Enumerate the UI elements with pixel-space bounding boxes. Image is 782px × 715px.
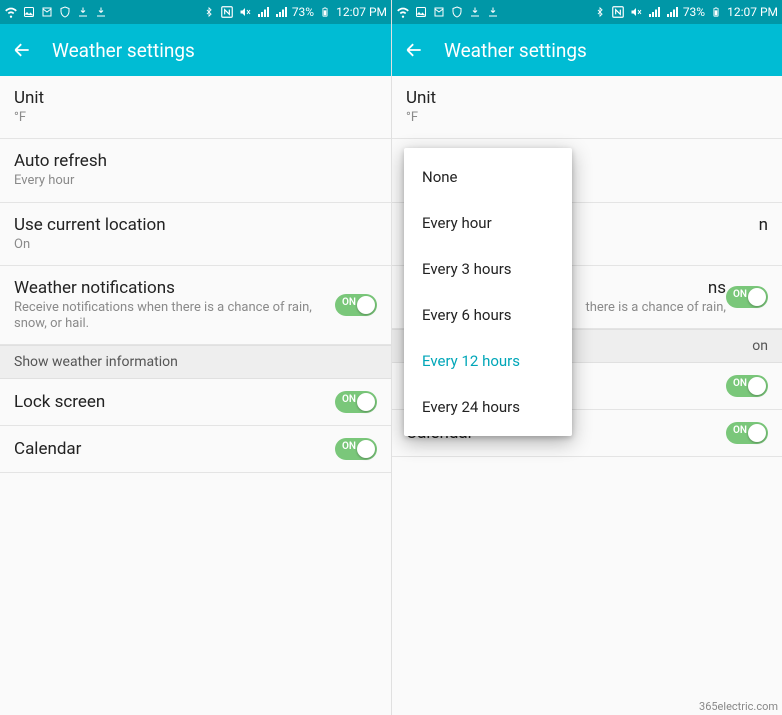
mute-icon — [238, 5, 252, 19]
toggle-knob — [748, 424, 766, 442]
toggle-weather-notifications[interactable]: ON — [335, 294, 377, 316]
setting-label: Unit — [406, 88, 768, 108]
setting-label: Calendar — [14, 439, 335, 459]
download-icon — [486, 5, 500, 19]
setting-calendar[interactable]: Calendar ON — [0, 426, 391, 473]
setting-value: On — [14, 237, 377, 253]
setting-unit[interactable]: Unit °F — [392, 76, 782, 139]
screen-right: 73% 12:07 PM Weather settings Unit °F Au… — [391, 0, 782, 715]
setting-label: Weather notifications — [14, 278, 335, 298]
toggle-knob — [748, 377, 766, 395]
battery-percent: 73% — [683, 5, 705, 19]
section-header-show-weather: Show weather information — [0, 345, 391, 379]
dropdown-option-every-24-hours[interactable]: Every 24 hours — [404, 384, 572, 430]
clock: 12:07 PM — [727, 5, 778, 19]
image-icon — [414, 5, 428, 19]
dropdown-option-every-6-hours[interactable]: Every 6 hours — [404, 292, 572, 338]
setting-weather-notifications[interactable]: Weather notifications Receive notificati… — [0, 266, 391, 346]
toggle-knob — [357, 440, 375, 458]
nfc-icon — [220, 5, 234, 19]
wifi-icon — [4, 5, 18, 19]
dropdown-option-none[interactable]: None — [404, 154, 572, 200]
dropdown-option-every-hour[interactable]: Every hour — [404, 200, 572, 246]
settings-list: Unit °F Auto refresh Every hour Use curr… — [0, 76, 391, 473]
toggle-label: ON — [733, 425, 747, 436]
app-bar: Weather settings — [0, 24, 391, 76]
toggle-calendar[interactable]: ON — [726, 422, 768, 444]
toggle-calendar[interactable]: ON — [335, 438, 377, 460]
setting-value: Every hour — [14, 173, 377, 189]
toggle-knob — [357, 296, 375, 314]
signal-icon — [647, 5, 661, 19]
clock: 12:07 PM — [336, 5, 387, 19]
signal-icon — [274, 5, 288, 19]
setting-lock-screen[interactable]: Lock screen ON — [0, 379, 391, 426]
shield-icon — [450, 5, 464, 19]
wifi-icon — [396, 5, 410, 19]
toggle-lock-screen[interactable]: ON — [335, 391, 377, 413]
toggle-knob — [748, 288, 766, 306]
back-button[interactable] — [404, 40, 424, 60]
signal-icon — [256, 5, 270, 19]
nfc-icon — [611, 5, 625, 19]
download-icon — [76, 5, 90, 19]
status-bar: 73% 12:07 PM — [392, 0, 782, 24]
status-bar: 73% 12:07 PM — [0, 0, 391, 24]
watermark: 365electric.com — [699, 700, 778, 713]
battery-icon — [709, 5, 723, 19]
screen-left: 73% 12:07 PM Weather settings Unit °F Au… — [0, 0, 391, 715]
setting-label: Lock screen — [14, 392, 335, 412]
setting-description: Receive notifications when there is a ch… — [14, 300, 335, 333]
download-icon — [94, 5, 108, 19]
back-button[interactable] — [12, 40, 32, 60]
mail-icon — [40, 5, 54, 19]
page-title: Weather settings — [444, 39, 587, 62]
bluetooth-icon — [593, 5, 607, 19]
app-bar: Weather settings — [392, 24, 782, 76]
page-title: Weather settings — [52, 39, 195, 62]
toggle-weather-notifications[interactable]: ON — [726, 286, 768, 308]
auto-refresh-dropdown: None Every hour Every 3 hours Every 6 ho… — [404, 148, 572, 436]
setting-auto-refresh[interactable]: Auto refresh Every hour — [0, 139, 391, 202]
toggle-label: ON — [733, 289, 747, 300]
setting-value: °F — [14, 110, 377, 126]
toggle-label: ON — [342, 441, 356, 452]
toggle-label: ON — [342, 297, 356, 308]
dropdown-option-every-12-hours[interactable]: Every 12 hours — [404, 338, 572, 384]
setting-unit[interactable]: Unit °F — [0, 76, 391, 139]
battery-icon — [318, 5, 332, 19]
mail-icon — [432, 5, 446, 19]
mute-icon — [629, 5, 643, 19]
setting-label: Use current location — [14, 215, 377, 235]
download-icon — [468, 5, 482, 19]
shield-icon — [58, 5, 72, 19]
toggle-lock-screen[interactable]: ON — [726, 375, 768, 397]
setting-label: Unit — [14, 88, 377, 108]
battery-percent: 73% — [292, 5, 314, 19]
setting-use-current-location[interactable]: Use current location On — [0, 203, 391, 266]
bluetooth-icon — [202, 5, 216, 19]
setting-value: °F — [406, 110, 768, 126]
toggle-label: ON — [342, 394, 356, 405]
dropdown-option-every-3-hours[interactable]: Every 3 hours — [404, 246, 572, 292]
toggle-label: ON — [733, 378, 747, 389]
signal-icon — [665, 5, 679, 19]
toggle-knob — [357, 393, 375, 411]
image-icon — [22, 5, 36, 19]
setting-label: Auto refresh — [14, 151, 377, 171]
